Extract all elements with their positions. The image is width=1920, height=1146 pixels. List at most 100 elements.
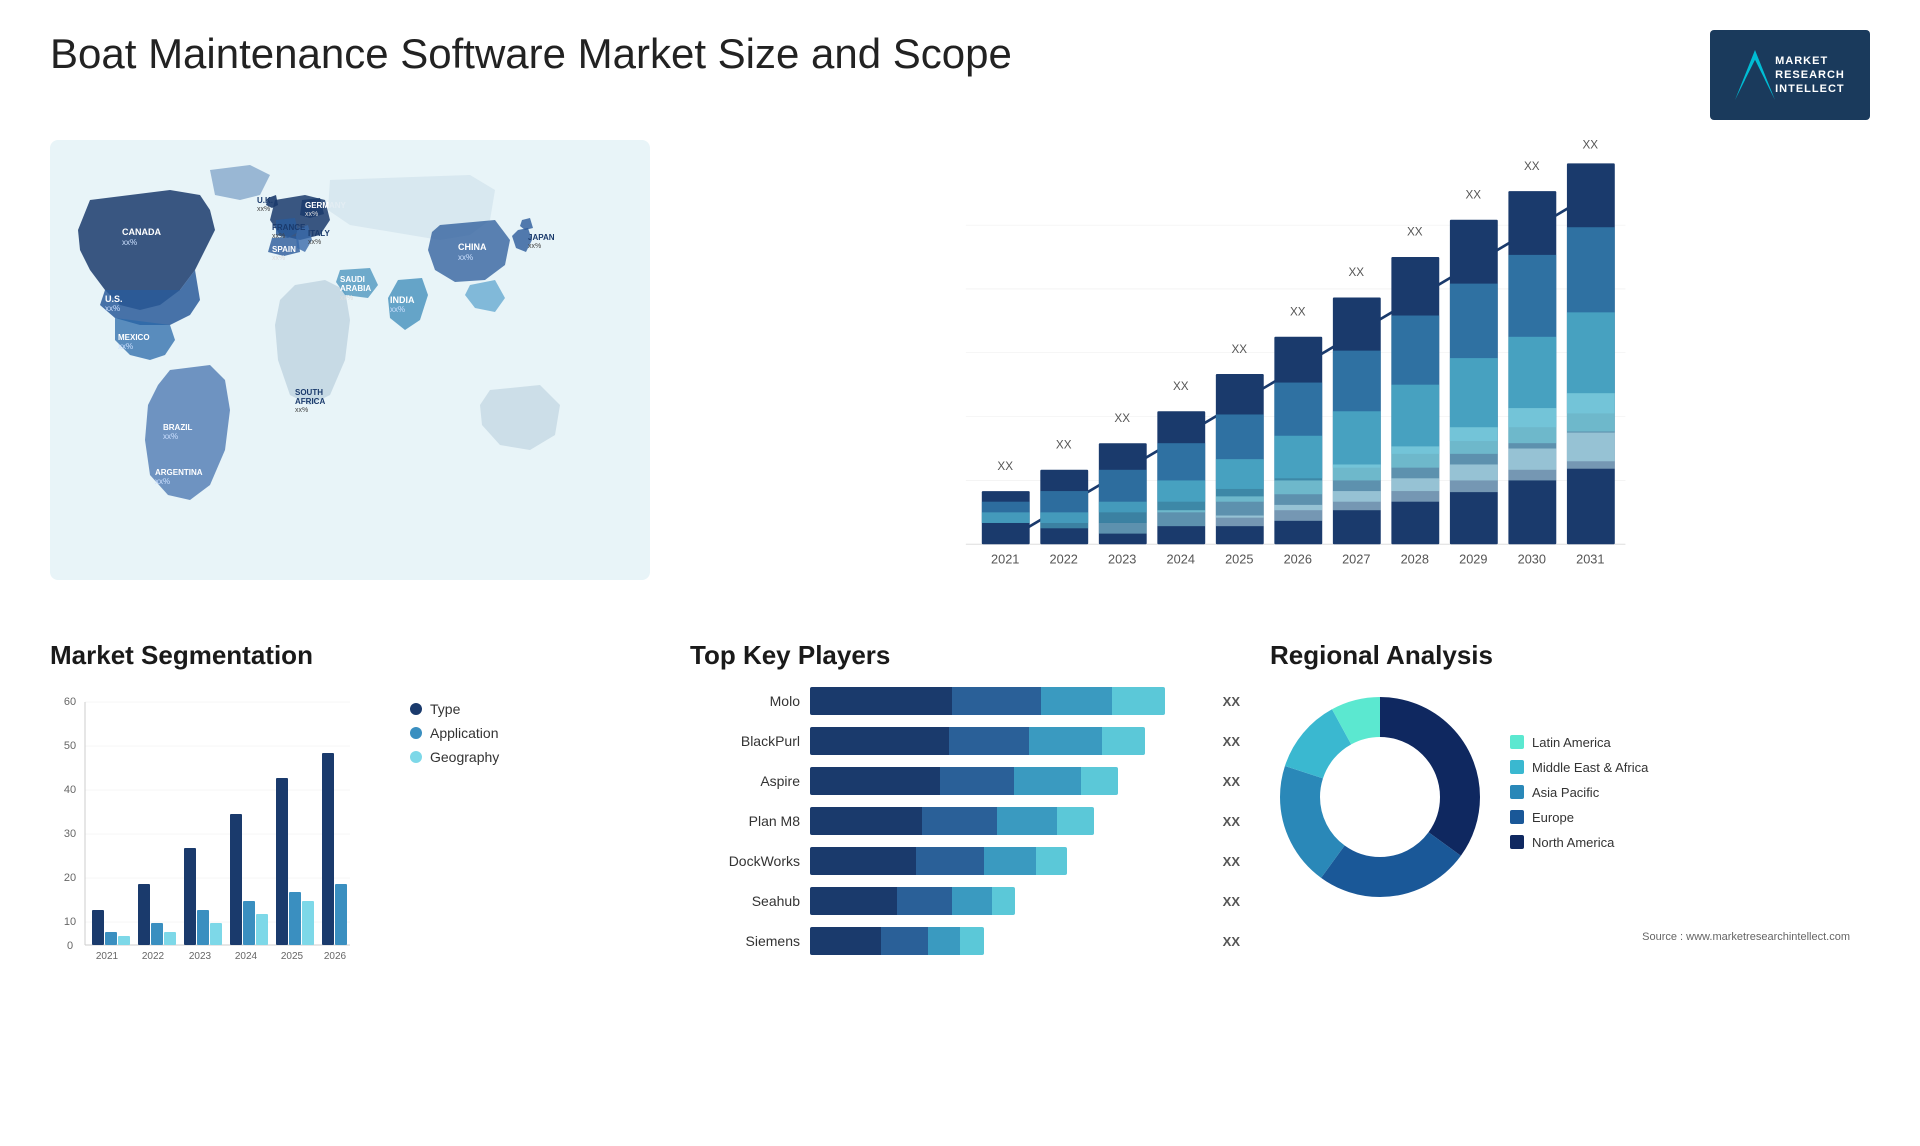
svg-text:2021: 2021 [991, 551, 1019, 566]
svg-text:xx%: xx% [257, 206, 270, 213]
svg-text:40: 40 [64, 784, 76, 796]
bottom-grid: Market Segmentation 60 50 40 30 20 10 0 [50, 640, 1870, 967]
legend-europe-color [1510, 810, 1524, 824]
svg-text:10: 10 [64, 916, 76, 928]
legend-latin-america-color [1510, 735, 1524, 749]
svg-text:FRANCE: FRANCE [272, 223, 306, 232]
regional-legend: Latin America Middle East & Africa Asia … [1510, 735, 1870, 860]
svg-text:XX: XX [1583, 140, 1599, 152]
player-xx-siemens: XX [1223, 934, 1240, 949]
regional-title: Regional Analysis [1270, 640, 1870, 671]
player-bar-seahub [810, 887, 1205, 915]
svg-text:XX: XX [997, 460, 1013, 473]
svg-text:xx%: xx% [118, 342, 133, 351]
svg-text:20: 20 [64, 872, 76, 884]
svg-text:XX: XX [1348, 266, 1364, 279]
svg-text:2021: 2021 [96, 951, 119, 962]
player-bar-aspire [810, 767, 1205, 795]
legend-type-dot [410, 703, 422, 715]
svg-text:2024: 2024 [235, 951, 258, 962]
svg-text:2023: 2023 [189, 951, 212, 962]
svg-text:2030: 2030 [1518, 551, 1546, 566]
legend-type: Type [410, 701, 499, 717]
player-row-dockworks: DockWorks XX [700, 847, 1240, 875]
svg-text:U.S.: U.S. [105, 294, 123, 304]
player-row-seahub: Seahub XX [700, 887, 1240, 915]
svg-text:2031: 2031 [1576, 551, 1604, 566]
player-name-dockworks: DockWorks [700, 853, 800, 869]
player-name-blackpurl: BlackPurl [700, 733, 800, 749]
svg-text:xx%: xx% [163, 432, 178, 441]
svg-text:XX: XX [1173, 380, 1189, 393]
logo-area: MARKET RESEARCH INTELLECT [1710, 30, 1870, 120]
svg-text:xx%: xx% [272, 255, 285, 262]
bar-chart-svg: XX XX XX XX [700, 140, 1870, 640]
logo-box: MARKET RESEARCH INTELLECT [1710, 30, 1870, 120]
svg-text:xx%: xx% [308, 239, 321, 246]
legend-middle-east-color [1510, 760, 1524, 774]
player-bar-molo [810, 687, 1205, 715]
svg-text:0: 0 [67, 940, 73, 952]
svg-text:50: 50 [64, 740, 76, 752]
svg-text:XX: XX [1231, 343, 1247, 356]
page-title: Boat Maintenance Software Market Size an… [50, 30, 1012, 78]
svg-text:xx%: xx% [122, 238, 137, 247]
legend-application: Application [410, 725, 499, 741]
svg-text:60: 60 [64, 696, 76, 708]
svg-text:BRAZIL: BRAZIL [163, 423, 192, 432]
svg-text:XX: XX [1114, 412, 1130, 425]
source-area: Source : www.marketresearchintellect.com [1270, 927, 1870, 945]
svg-text:XX: XX [1407, 226, 1423, 239]
svg-text:SOUTH: SOUTH [295, 388, 323, 397]
svg-text:2024: 2024 [1167, 551, 1195, 566]
donut-area: Latin America Middle East & Africa Asia … [1270, 687, 1870, 907]
svg-text:2025: 2025 [281, 951, 304, 962]
svg-text:2026: 2026 [1284, 551, 1312, 566]
svg-text:2023: 2023 [1108, 551, 1136, 566]
legend-europe: Europe [1510, 810, 1870, 825]
source-text: Source : www.marketresearchintellect.com [1642, 931, 1850, 943]
player-bar-planm8 [810, 807, 1205, 835]
svg-text:ITALY: ITALY [308, 229, 330, 238]
segmentation-section: Market Segmentation 60 50 40 30 20 10 0 [50, 640, 670, 967]
svg-text:XX: XX [1524, 160, 1540, 173]
svg-text:INDIA: INDIA [390, 295, 415, 305]
svg-text:JAPAN: JAPAN [528, 233, 555, 242]
legend-geography: Geography [410, 749, 499, 765]
svg-text:xx%: xx% [305, 211, 318, 218]
top-content: CANADA xx% U.S. xx% MEXICO xx% BRAZIL xx… [50, 140, 1870, 630]
svg-text:U.K.: U.K. [257, 196, 273, 205]
legend-latin-america: Latin America [1510, 735, 1870, 750]
svg-text:xx%: xx% [390, 305, 405, 314]
svg-text:30: 30 [64, 828, 76, 840]
player-xx-dockworks: XX [1223, 854, 1240, 869]
svg-text:xx%: xx% [105, 304, 120, 313]
players-section: Top Key Players Molo XX [690, 640, 1250, 967]
donut-chart [1270, 687, 1490, 907]
legend-application-dot [410, 727, 422, 739]
player-name-siemens: Siemens [700, 933, 800, 949]
player-row-blackpurl: BlackPurl XX [700, 727, 1240, 755]
segmentation-title: Market Segmentation [50, 640, 670, 671]
player-bar-siemens [810, 927, 1205, 955]
svg-text:AFRICA: AFRICA [295, 397, 325, 406]
map-section: CANADA xx% U.S. xx% MEXICO xx% BRAZIL xx… [50, 140, 650, 640]
legend-asia-pacific-color [1510, 785, 1524, 799]
svg-text:xx%: xx% [528, 243, 541, 250]
player-bar-dockworks [810, 847, 1205, 875]
svg-text:xx%: xx% [458, 253, 473, 262]
players-list: Molo XX BlackPurl [690, 687, 1250, 955]
svg-text:xx%: xx% [155, 477, 170, 486]
svg-text:xx%: xx% [295, 407, 308, 414]
svg-text:XX: XX [1290, 306, 1306, 319]
segmentation-chart: 60 50 40 30 20 10 0 [50, 687, 370, 967]
legend-middle-east: Middle East & Africa [1510, 760, 1870, 775]
legend-asia-pacific: Asia Pacific [1510, 785, 1870, 800]
player-row-siemens: Siemens XX [700, 927, 1240, 955]
player-row-molo: Molo XX [700, 687, 1240, 715]
svg-text:ARABIA: ARABIA [340, 284, 371, 293]
svg-text:2025: 2025 [1225, 551, 1253, 566]
logo-text: MARKET RESEARCH INTELLECT [1775, 54, 1845, 97]
svg-text:2028: 2028 [1401, 551, 1429, 566]
svg-text:2029: 2029 [1459, 551, 1487, 566]
